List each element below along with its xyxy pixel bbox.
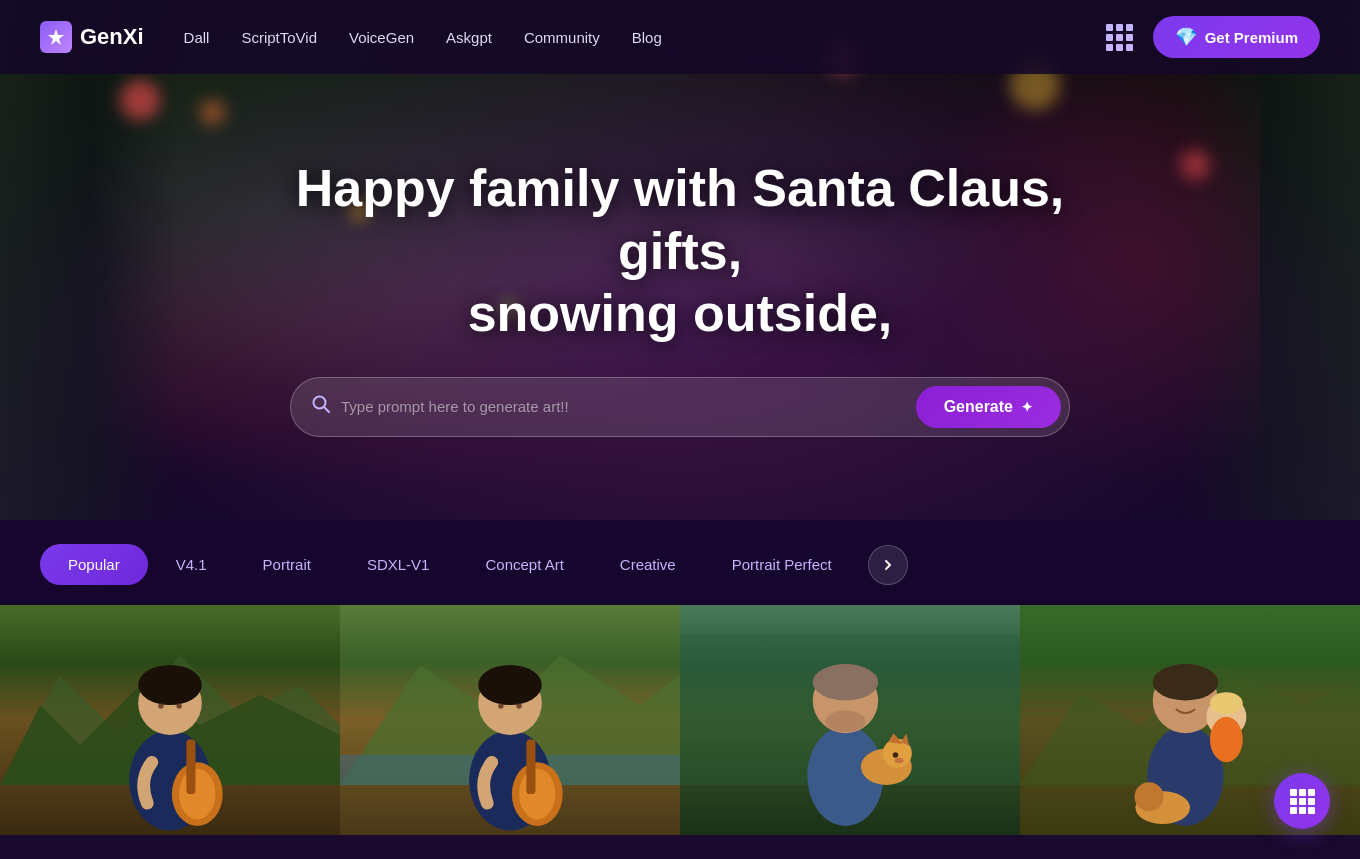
hero-section: Happy family with Santa Claus, gifts, sn…	[0, 0, 1360, 520]
tabs-section: Popular V4.1 Portrait SDXL-V1 Concept Ar…	[0, 520, 1360, 585]
nav-blog[interactable]: Blog	[632, 29, 662, 46]
svg-point-39	[1210, 692, 1243, 714]
gallery-person-1	[0, 605, 340, 835]
nav-community[interactable]: Community	[524, 29, 600, 46]
get-premium-label: Get Premium	[1205, 29, 1298, 46]
svg-point-26	[813, 664, 878, 700]
search-input[interactable]	[341, 398, 916, 415]
svg-point-11	[179, 769, 215, 820]
grid-apps-icon[interactable]	[1102, 20, 1137, 55]
logo[interactable]: GenXi	[40, 21, 144, 53]
gallery-item-1[interactable]	[0, 605, 340, 835]
nav-voicegen[interactable]: VoiceGen	[349, 29, 414, 46]
hero-content: Happy family with Santa Claus, gifts, sn…	[290, 157, 1070, 436]
tab-portrait[interactable]: Portrait	[235, 544, 339, 585]
generate-button[interactable]: Generate ✦	[916, 386, 1061, 428]
svg-point-40	[1210, 717, 1243, 762]
tab-creative[interactable]: Creative	[592, 544, 704, 585]
search-icon	[311, 394, 331, 419]
svg-rect-12	[186, 740, 195, 795]
tab-sdxl-v1[interactable]: SDXL-V1	[339, 544, 458, 585]
tabs-next-button[interactable]	[868, 545, 908, 585]
svg-marker-0	[48, 29, 64, 45]
hero-title-line1: Happy family with Santa Claus, gifts,	[296, 159, 1065, 279]
nav-scripttovid[interactable]: ScriptToVid	[241, 29, 317, 46]
svg-point-7	[138, 665, 202, 705]
fab-grid-icon	[1290, 789, 1315, 814]
svg-rect-22	[526, 740, 535, 795]
svg-point-42	[1135, 782, 1164, 811]
svg-point-37	[1153, 664, 1218, 700]
svg-point-19	[516, 703, 521, 708]
sparkle-icon: ✦	[1021, 399, 1033, 415]
gallery-item-2[interactable]	[340, 605, 680, 835]
logo-text: GenXi	[80, 24, 144, 50]
person-dog-svg	[750, 635, 950, 835]
svg-line-2	[324, 407, 329, 412]
tab-concept-art[interactable]: Concept Art	[457, 544, 591, 585]
svg-marker-30	[888, 733, 903, 744]
svg-point-21	[519, 769, 555, 820]
bokeh-4	[1180, 150, 1210, 180]
svg-point-33	[895, 758, 904, 763]
search-bar: Generate ✦	[290, 377, 1070, 437]
svg-point-18	[498, 703, 503, 708]
gallery	[0, 585, 1360, 835]
nav-links: Dall ScriptToVid VoiceGen Askgpt Communi…	[184, 29, 662, 46]
nav-askgpt[interactable]: Askgpt	[446, 29, 492, 46]
fab-button[interactable]	[1274, 773, 1330, 829]
navbar-right: 💎 Get Premium	[1102, 16, 1320, 58]
get-premium-button[interactable]: 💎 Get Premium	[1153, 16, 1320, 58]
svg-point-17	[478, 665, 542, 705]
gallery-item-3[interactable]	[680, 605, 1020, 835]
person-guitar-svg-2	[410, 635, 610, 835]
navbar-left: GenXi Dall ScriptToVid VoiceGen Askgpt C…	[40, 21, 662, 53]
hero-title-line2: snowing outside,	[468, 284, 893, 342]
nav-dall[interactable]: Dall	[184, 29, 210, 46]
svg-point-32	[893, 752, 898, 757]
gallery-person-3	[680, 605, 1020, 835]
generate-label: Generate	[944, 398, 1013, 416]
svg-point-27	[825, 710, 865, 732]
gallery-person-2	[340, 605, 680, 835]
tab-popular[interactable]: Popular	[40, 544, 148, 585]
svg-point-8	[158, 703, 163, 708]
svg-point-9	[176, 703, 181, 708]
tab-v41[interactable]: V4.1	[148, 544, 235, 585]
logo-icon	[40, 21, 72, 53]
person-guitar-svg-1	[70, 635, 270, 835]
person-baby-svg	[1090, 635, 1290, 835]
navbar: GenXi Dall ScriptToVid VoiceGen Askgpt C…	[0, 0, 1360, 74]
gem-icon: 💎	[1175, 26, 1197, 48]
bokeh-1	[120, 80, 160, 120]
tab-portrait-perfect[interactable]: Portrait Perfect	[704, 544, 860, 585]
bokeh-2	[200, 100, 225, 125]
hero-title: Happy family with Santa Claus, gifts, sn…	[290, 157, 1070, 344]
